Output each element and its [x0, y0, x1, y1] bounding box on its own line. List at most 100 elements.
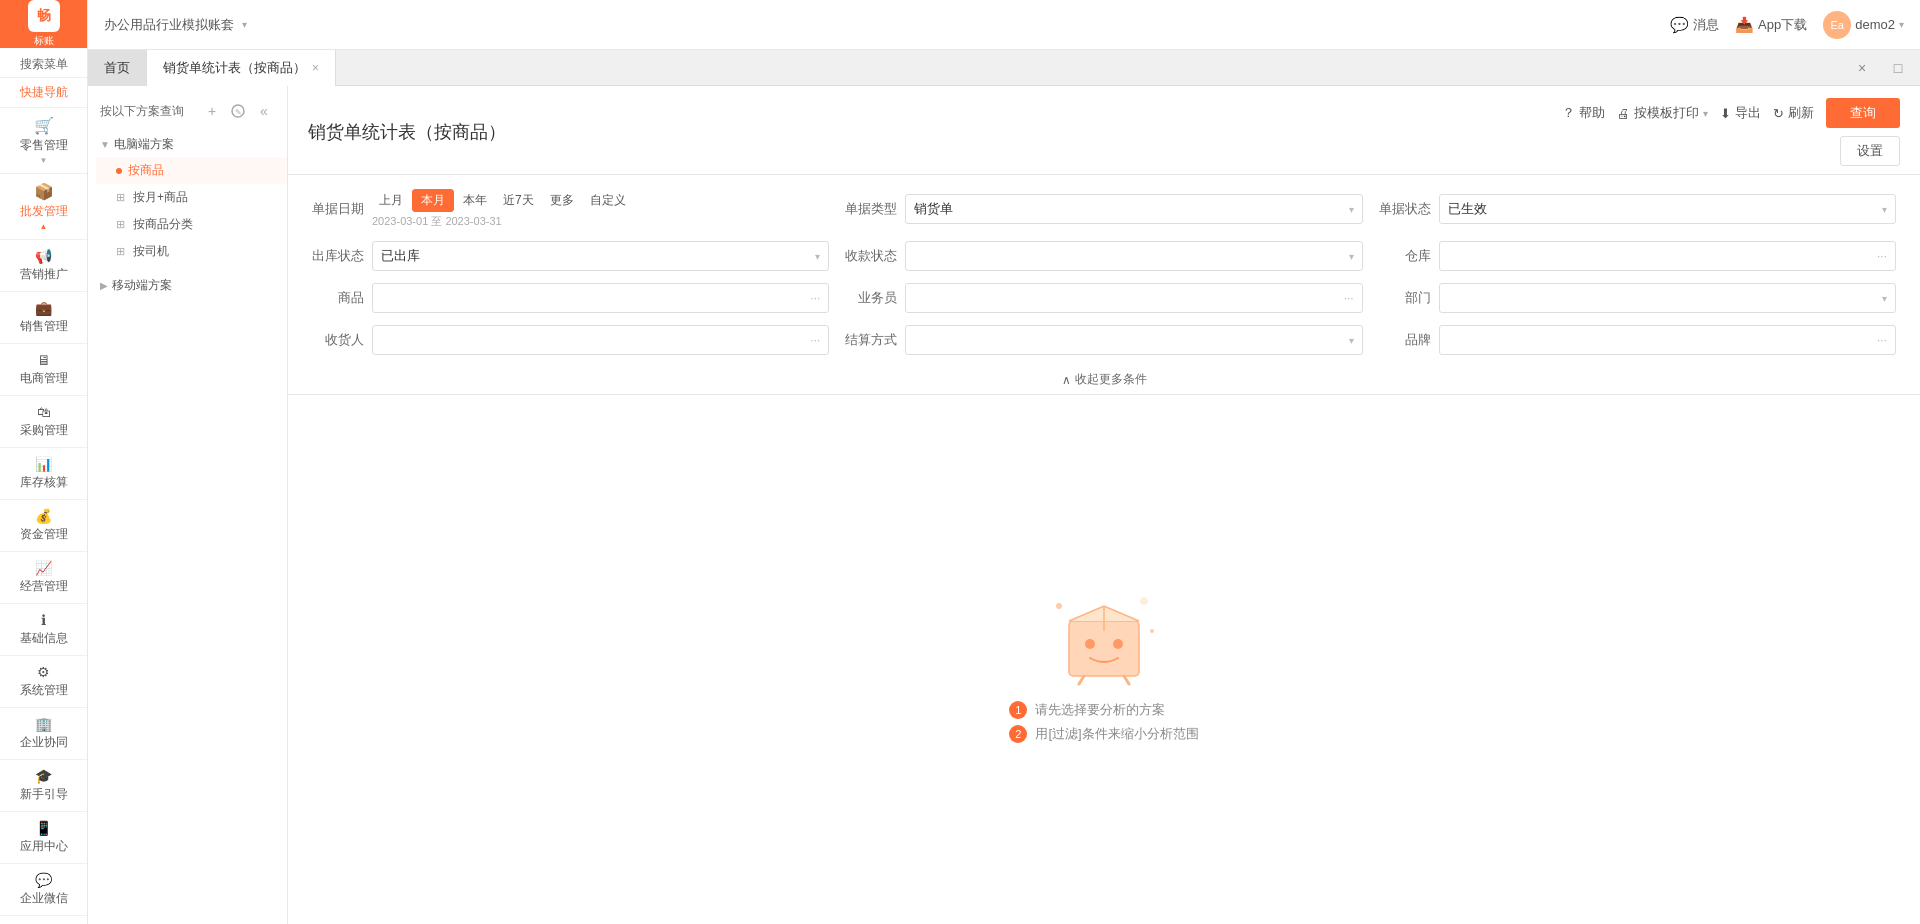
sidebar-item-inventory[interactable]: 📊 库存核算 [0, 448, 87, 500]
dept-select[interactable]: ▾ [1439, 283, 1896, 313]
more-btn[interactable]: 更多 [543, 189, 581, 212]
sidebar-item-label: 系统管理 [20, 682, 68, 699]
tip-text-1: 请先选择要分析的方案 [1035, 701, 1165, 719]
brand-label: 品牌 [1379, 331, 1431, 349]
help-button[interactable]: ？ 帮助 [1562, 104, 1605, 122]
scheme-group-header-mobile[interactable]: ▶ 移动端方案 [88, 273, 287, 298]
export-button[interactable]: ⬇ 导出 [1720, 104, 1761, 122]
scheme-item-by-product[interactable]: 按商品 [96, 157, 287, 184]
doctype-value: 销货单 [914, 200, 953, 218]
print-button[interactable]: 🖨 按模板打印 ▾ [1617, 104, 1708, 122]
sidebar-item-apps[interactable]: 📱 应用中心 [0, 812, 87, 864]
sidebar-item-label: 电商管理 [20, 370, 68, 387]
wholesale-icon: 📦 [34, 182, 54, 201]
product-input[interactable]: ··· [372, 283, 829, 313]
warehouse-control[interactable]: ··· [1439, 241, 1896, 271]
7days-btn[interactable]: 近7天 [496, 189, 541, 212]
sidebar-item-label: 零售管理 [20, 137, 68, 154]
cur-month-btn[interactable]: 本月 [412, 189, 454, 212]
receiver-input[interactable]: ··· [372, 325, 829, 355]
sidebar-quick-nav[interactable]: 快捷导航 [0, 78, 87, 108]
header-dropdown-icon[interactable]: ▾ [242, 19, 247, 30]
tab-active[interactable]: 销货单统计表（按商品） × [147, 50, 336, 86]
collapse-scheme-icon[interactable]: « [253, 100, 275, 122]
sidebar-item-label: 新手引导 [20, 786, 68, 803]
sidebar-item-finance[interactable]: 💰 资金管理 [0, 500, 87, 552]
sidebar-item-wechat[interactable]: 💬 企业微信 [0, 864, 87, 916]
tab-close-icon[interactable]: × [312, 61, 319, 75]
custom-btn[interactable]: 自定义 [583, 189, 633, 212]
salesperson-input[interactable]: ··· [905, 283, 1362, 313]
collapse-filters-button[interactable]: ∧ 收起更多条件 [288, 365, 1920, 394]
empty-tip-1: 1 请先选择要分析的方案 [1009, 701, 1198, 719]
svg-point-4 [1085, 639, 1095, 649]
prev-month-btn[interactable]: 上月 [372, 189, 410, 212]
product-control[interactable]: ··· [372, 283, 829, 313]
scheme-item-by-category[interactable]: ⊞ 按商品分类 [96, 211, 287, 238]
outstatus-select[interactable]: 已出库 ▾ [372, 241, 829, 271]
docstatus-label: 单据状态 [1379, 200, 1431, 218]
payment-chevron: ▾ [1349, 251, 1354, 262]
minimize-button[interactable]: × [1848, 54, 1876, 82]
sidebar-item-enterprise[interactable]: 🏢 企业协同 [0, 708, 87, 760]
chevron-down-icon: ▼ [40, 156, 48, 165]
scheme-group-header-pc[interactable]: ▼ 电脑端方案 [88, 132, 287, 157]
sidebar-item-system[interactable]: ⚙ 系统管理 [0, 656, 87, 708]
tab-home[interactable]: 首页 [88, 50, 147, 86]
sidebar-item-basic[interactable]: ℹ 基础信息 [0, 604, 87, 656]
collapse-arrow-icon: ∧ [1062, 373, 1071, 387]
sidebar-item-purchase[interactable]: 🛍 采购管理 [0, 396, 87, 448]
sidebar-item-retail[interactable]: 🛒 零售管理 ▼ [0, 108, 87, 174]
sidebar-item-ecommerce[interactable]: 🖥 电商管理 [0, 344, 87, 396]
sidebar-item-guide[interactable]: 🎓 新手引导 [0, 760, 87, 812]
sidebar: 畅 标账 搜索菜单 快捷导航 🛒 零售管理 ▼ 📦 批发管理 ▲ 📢 营销推广 … [0, 0, 88, 924]
query-button[interactable]: 查询 [1826, 98, 1900, 128]
salesperson-control[interactable]: ··· [905, 283, 1362, 313]
warehouse-input[interactable]: ··· [1439, 241, 1896, 271]
payment-control[interactable]: ▾ [905, 241, 1362, 271]
salesperson-dots: ··· [1344, 291, 1354, 305]
sidebar-search[interactable]: 搜索菜单 [0, 48, 87, 78]
paymethod-control[interactable]: ▾ [905, 325, 1362, 355]
user-menu[interactable]: Ea demo2 ▾ [1823, 11, 1904, 39]
maximize-button[interactable]: □ [1884, 54, 1912, 82]
refresh-button[interactable]: ↻ 刷新 [1773, 104, 1814, 122]
brand-input[interactable]: ··· [1439, 325, 1896, 355]
payment-select[interactable]: ▾ [905, 241, 1362, 271]
empty-state: 1 请先选择要分析的方案 2 用[过滤]条件来缩小分析范围 [288, 395, 1920, 924]
scheme-item-by-cashier[interactable]: ⊞ 按司机 [96, 238, 287, 265]
messages-button[interactable]: 💬 消息 [1670, 16, 1719, 34]
docstatus-control[interactable]: 已生效 ▾ [1439, 194, 1896, 224]
sales-icon: 💼 [35, 300, 52, 316]
sidebar-item-label: 采购管理 [20, 422, 68, 439]
salesperson-label: 业务员 [845, 289, 897, 307]
dept-control[interactable]: ▾ [1439, 283, 1896, 313]
inventory-icon: 📊 [35, 456, 52, 472]
settings-button[interactable]: 设置 [1840, 136, 1900, 166]
sidebar-item-marketing[interactable]: 📢 营销推广 [0, 240, 87, 292]
paymethod-select[interactable]: ▾ [905, 325, 1362, 355]
receiver-control[interactable]: ··· [372, 325, 829, 355]
edit-scheme-icon[interactable]: ✎ [227, 100, 249, 122]
doctype-select[interactable]: 销货单 ▾ [905, 194, 1362, 224]
app-download-button[interactable]: 📥 App下载 [1735, 16, 1807, 34]
outstatus-control[interactable]: 已出库 ▾ [372, 241, 829, 271]
docstatus-value: 已生效 [1448, 200, 1487, 218]
scheme-item-label: 按司机 [133, 243, 169, 260]
add-scheme-icon[interactable]: + [201, 100, 223, 122]
sidebar-item-sales[interactable]: 💼 销售管理 [0, 292, 87, 344]
brand-control[interactable]: ··· [1439, 325, 1896, 355]
logo-area[interactable]: 畅 标账 [0, 0, 87, 48]
sidebar-item-wholesale[interactable]: 📦 批发管理 ▲ [0, 174, 87, 240]
message-icon: 💬 [1670, 16, 1689, 34]
year-btn[interactable]: 本年 [456, 189, 494, 212]
doctype-control[interactable]: 销货单 ▾ [905, 194, 1362, 224]
home-tab-label: 首页 [104, 59, 130, 77]
docstatus-select[interactable]: 已生效 ▾ [1439, 194, 1896, 224]
sidebar-item-member[interactable]: ⭐ 畅会员 [0, 916, 87, 924]
scheme-item-by-month-product[interactable]: ⊞ 按月+商品 [96, 184, 287, 211]
main-area: 办公用品行业模拟账套 ▾ 💬 消息 📥 App下载 Ea demo2 ▾ 首页 … [88, 0, 1920, 924]
sidebar-item-label: 营销推广 [20, 266, 68, 283]
sidebar-item-label: 资金管理 [20, 526, 68, 543]
sidebar-item-operations[interactable]: 📈 经营管理 [0, 552, 87, 604]
